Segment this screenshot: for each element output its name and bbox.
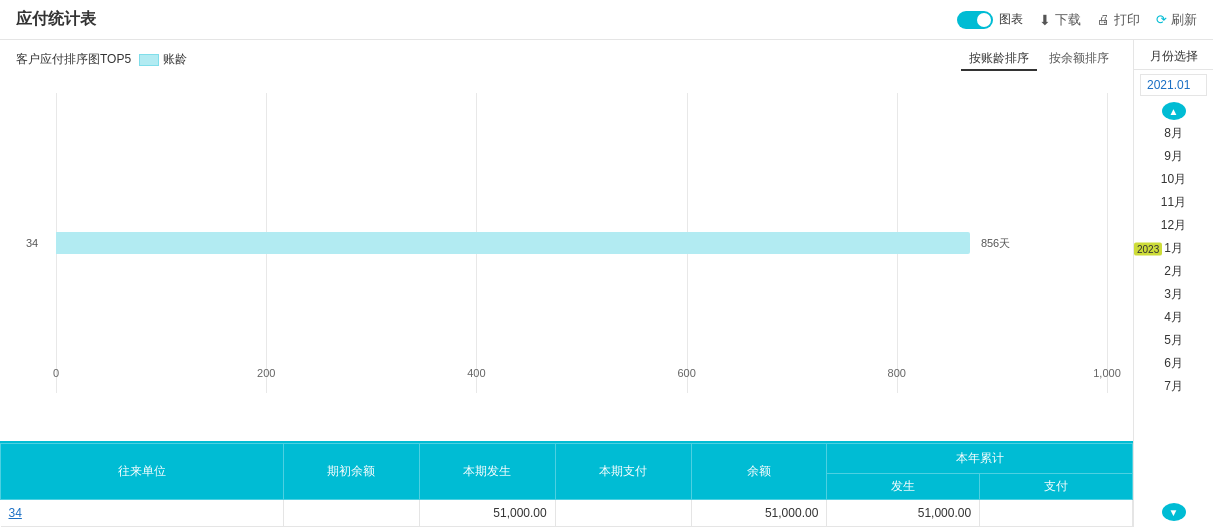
chart-controls: 客户应付排序图TOP5 账龄 按账龄排序 按余额排序	[0, 40, 1133, 75]
legend-text: 客户应付排序图TOP5	[16, 51, 131, 68]
header: 应付统计表 图表 ⬇ 下载 🖨 打印 ⟳ 刷新	[0, 0, 1213, 40]
sidebar: 月份选择 ▲ 8月 9月 10月 11月 12月 2023 1月 2月 3月 4…	[1133, 40, 1213, 527]
x-tick-200: 200	[257, 367, 275, 379]
download-button[interactable]: ⬇ 下载	[1039, 11, 1081, 29]
x-axis: 0 200 400 600 800 1,000	[56, 363, 1107, 393]
year-badge: 2023	[1134, 242, 1162, 255]
sidebar-title: 月份选择	[1134, 44, 1213, 70]
chart-container: 34 856天 0 200 400 600 800 1,000	[0, 75, 1133, 441]
bar-container: 34 856天	[56, 228, 1107, 258]
month-item-jul[interactable]: 7月	[1134, 375, 1213, 398]
col-header-source: 往来单位	[1, 444, 284, 500]
print-icon: 🖨	[1097, 12, 1110, 27]
cell-current-pay	[555, 500, 691, 527]
scroll-down-button[interactable]: ▼	[1162, 503, 1186, 521]
month-item-may[interactable]: 5月	[1134, 329, 1213, 352]
x-tick-800: 800	[888, 367, 906, 379]
month-item-apr[interactable]: 4月	[1134, 306, 1213, 329]
cell-balance: 51,000.00	[691, 500, 827, 527]
table-row: 34 51,000.00 51,000.00 51,000.00	[1, 500, 1133, 527]
month-item-jun[interactable]: 6月	[1134, 352, 1213, 375]
data-table: 往来单位 期初余额 本期发生 本期支付 余额 本年累计 发生 支付	[0, 443, 1133, 527]
legend-item-label: 账龄	[163, 51, 187, 68]
chart-section: 客户应付排序图TOP5 账龄 按账龄排序 按余额排序	[0, 40, 1133, 527]
refresh-button[interactable]: ⟳ 刷新	[1156, 11, 1197, 29]
table-header-row1: 往来单位 期初余额 本期发生 本期支付 余额 本年累计	[1, 444, 1133, 474]
col-header-current-pay: 本期支付	[555, 444, 691, 500]
refresh-label: 刷新	[1171, 11, 1197, 29]
chart-plot: 34 856天 0 200 400 600 800 1,000	[56, 93, 1107, 393]
refresh-icon: ⟳	[1156, 12, 1167, 27]
chart-toggle-wrap: 图表	[957, 11, 1023, 29]
print-button[interactable]: 🖨 打印	[1097, 11, 1140, 29]
grid-line-1000	[1107, 93, 1108, 393]
month-item-sep[interactable]: 9月	[1134, 145, 1213, 168]
table-section: 往来单位 期初余额 本期发生 本期支付 余额 本年累计 发生 支付	[0, 441, 1133, 527]
sidebar-nav-down: ▼	[1134, 503, 1213, 521]
col-header-ytd: 本年累计	[827, 444, 1133, 474]
legend-item: 账龄	[139, 51, 187, 68]
chart-legend: 客户应付排序图TOP5 账龄	[16, 51, 187, 68]
x-tick-400: 400	[467, 367, 485, 379]
cell-opening	[284, 500, 420, 527]
sidebar-year-input[interactable]	[1140, 74, 1207, 96]
cell-ytd-occur: 51,000.00	[827, 500, 980, 527]
bar-y-label: 34	[26, 237, 38, 249]
month-item-jan[interactable]: 2023 1月	[1134, 237, 1213, 260]
cell-source[interactable]: 34	[1, 500, 284, 527]
sidebar-nav-up: ▲	[1134, 102, 1213, 120]
bar-right-label: 856天	[981, 236, 1010, 251]
col-header-balance: 余额	[691, 444, 827, 500]
sort-by-balance-button[interactable]: 按账龄排序	[961, 48, 1037, 71]
col-header-ytd-pay: 支付	[980, 474, 1133, 500]
month-item-aug[interactable]: 8月	[1134, 122, 1213, 145]
col-header-ytd-occur: 发生	[827, 474, 980, 500]
month-list: 8月 9月 10月 11月 12月 2023 1月 2月 3月 4月 5月 6月…	[1134, 122, 1213, 501]
col-header-opening: 期初余额	[284, 444, 420, 500]
month-item-dec[interactable]: 12月	[1134, 214, 1213, 237]
month-item-mar[interactable]: 3月	[1134, 283, 1213, 306]
print-label: 打印	[1114, 11, 1140, 29]
header-actions: 图表 ⬇ 下载 🖨 打印 ⟳ 刷新	[957, 11, 1197, 29]
x-tick-0: 0	[53, 367, 59, 379]
page-title: 应付统计表	[16, 9, 96, 30]
toggle-label: 图表	[999, 11, 1023, 28]
download-label: 下载	[1055, 11, 1081, 29]
month-item-feb[interactable]: 2月	[1134, 260, 1213, 283]
month-item-oct[interactable]: 10月	[1134, 168, 1213, 191]
cell-current-occur: 51,000.00	[419, 500, 555, 527]
cell-ytd-pay	[980, 500, 1133, 527]
sort-controls: 按账龄排序 按余额排序	[961, 48, 1117, 71]
month-item-nov[interactable]: 11月	[1134, 191, 1213, 214]
x-tick-600: 600	[677, 367, 695, 379]
main-content: 客户应付排序图TOP5 账龄 按账龄排序 按余额排序	[0, 40, 1213, 527]
chart-toggle[interactable]	[957, 11, 993, 29]
x-tick-1000: 1,000	[1093, 367, 1121, 379]
legend-color-box	[139, 54, 159, 66]
scroll-up-button[interactable]: ▲	[1162, 102, 1186, 120]
col-header-current-occur: 本期发生	[419, 444, 555, 500]
bar	[56, 232, 970, 254]
app-container: 应付统计表 图表 ⬇ 下载 🖨 打印 ⟳ 刷新	[0, 0, 1213, 527]
download-icon: ⬇	[1039, 12, 1051, 28]
sort-by-amount-button[interactable]: 按余额排序	[1041, 48, 1117, 71]
chart-inner: 34 856天 0 200 400 600 800 1,000	[16, 83, 1117, 433]
